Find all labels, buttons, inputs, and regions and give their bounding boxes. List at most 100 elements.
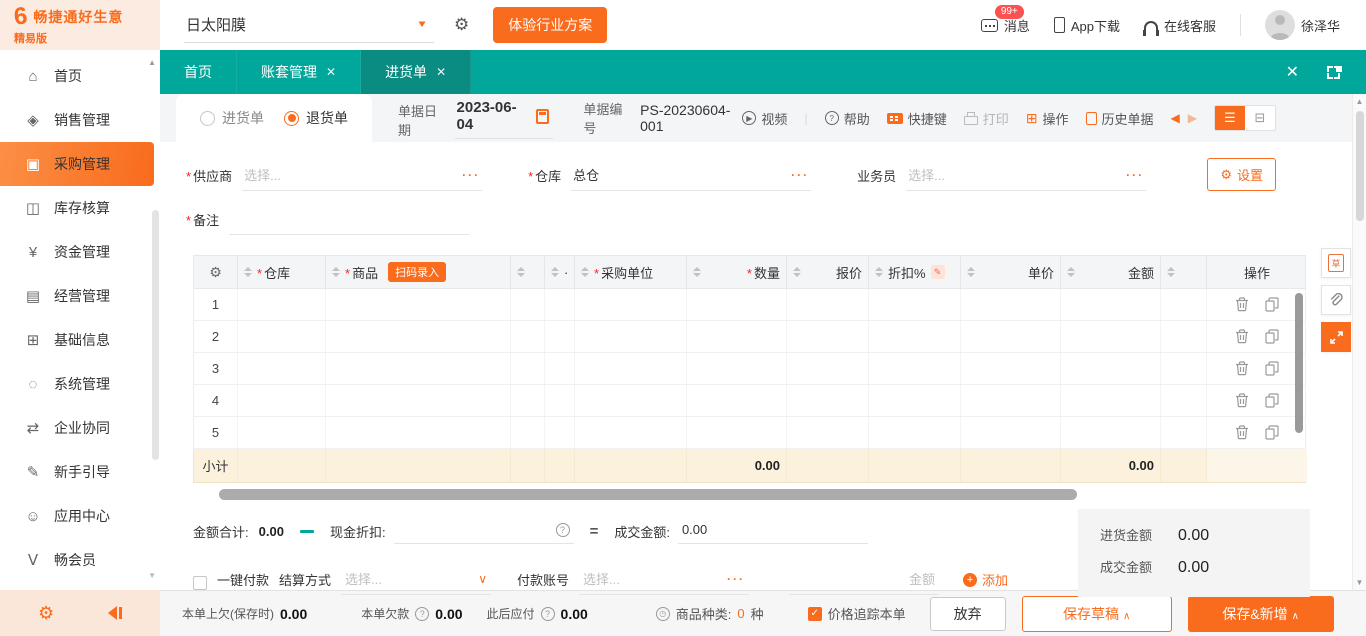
sidebar-item-guide[interactable]: ✎ 新手引导: [0, 450, 160, 494]
cell-3[interactable]: [511, 385, 545, 416]
scan-entry-button[interactable]: 扫码录入: [388, 262, 447, 282]
cell-采购单位[interactable]: [575, 353, 687, 384]
sidebar-item-base-info[interactable]: ⊞ 基础信息: [0, 318, 160, 362]
expand-button[interactable]: [1321, 322, 1351, 352]
cell-仓库[interactable]: [238, 353, 326, 384]
cell-商品[interactable]: [326, 321, 511, 352]
fullscreen-icon[interactable]: [1327, 65, 1340, 79]
sidebar-item-purchase[interactable]: ▣ 采购管理: [0, 142, 154, 186]
sidebar-item-member[interactable]: Ⅴ 畅会员: [0, 538, 160, 582]
supplier-more-icon[interactable]: ···: [462, 168, 480, 182]
sidebar-item-funds[interactable]: ¥ 资金管理: [0, 230, 160, 274]
online-service-button[interactable]: 在线客服: [1142, 16, 1216, 36]
cell-仓库[interactable]: [238, 385, 326, 416]
doc-date-field[interactable]: 2023-06-04: [454, 97, 554, 139]
cell-11[interactable]: [1161, 385, 1207, 416]
close-all-tabs-icon[interactable]: ✕: [1286, 62, 1299, 82]
row-number-cell[interactable]: 5: [194, 417, 238, 448]
shortcut-keys-button[interactable]: 快捷键: [886, 109, 947, 128]
supplier-input[interactable]: 选择... ···: [242, 161, 483, 191]
sort-icon[interactable]: [517, 267, 525, 277]
cell-3[interactable]: [511, 417, 545, 448]
cell-3[interactable]: [511, 353, 545, 384]
cell-金额[interactable]: [1061, 353, 1161, 384]
sidebar-settings-icon[interactable]: ⚙: [38, 603, 54, 624]
sidebar-scrollbar[interactable]: [152, 210, 159, 460]
cell-仓库[interactable]: [238, 321, 326, 352]
remark-input[interactable]: [229, 209, 470, 235]
sort-icon[interactable]: [793, 267, 801, 277]
history-docs-button[interactable]: 历史单据: [1085, 109, 1154, 128]
copy-row-icon[interactable]: [1265, 393, 1279, 408]
sort-icon[interactable]: [1067, 267, 1075, 277]
cell-采购单位[interactable]: [575, 289, 687, 320]
cell-采购单位[interactable]: [575, 417, 687, 448]
cell-金额[interactable]: [1061, 289, 1161, 320]
help-icon[interactable]: ?: [540, 606, 555, 621]
delete-row-icon[interactable]: [1235, 425, 1249, 440]
cell-商品[interactable]: [326, 353, 511, 384]
page-scrollbar[interactable]: ▲ ▼: [1352, 94, 1366, 590]
cell-折扣%[interactable]: [869, 385, 961, 416]
one-click-pay-checkbox[interactable]: [193, 576, 207, 590]
cell-报价[interactable]: [787, 417, 869, 448]
sort-icon[interactable]: [693, 267, 701, 277]
cell-报价[interactable]: [787, 289, 869, 320]
list-view-icon[interactable]: ☰: [1215, 106, 1245, 130]
scroll-up-icon[interactable]: ▲: [1356, 97, 1364, 106]
table-vertical-scrollbar[interactable]: [1295, 293, 1303, 433]
sort-icon[interactable]: [244, 267, 252, 277]
tab-进货单[interactable]: 进货单 ✕: [361, 50, 472, 94]
radio-return-order[interactable]: 退货单: [284, 108, 348, 128]
cell-·[interactable]: [545, 353, 575, 384]
copy-row-icon[interactable]: [1265, 361, 1279, 376]
cell-11[interactable]: [1161, 417, 1207, 448]
sidebar-item-system[interactable]: ◌ 系统管理: [0, 362, 160, 406]
cell-金额[interactable]: [1061, 417, 1161, 448]
sidebar-item-sales[interactable]: ◈ 销售管理: [0, 98, 160, 142]
sidebar-item-inventory[interactable]: ◫ 库存核算: [0, 186, 160, 230]
cell-金额[interactable]: [1061, 321, 1161, 352]
close-tab-icon[interactable]: ✕: [436, 65, 446, 79]
sort-icon[interactable]: [581, 267, 589, 277]
cell-折扣%[interactable]: [869, 353, 961, 384]
edit-discount-icon[interactable]: ✎: [930, 265, 945, 279]
sort-icon[interactable]: [551, 267, 559, 277]
sort-icon[interactable]: [332, 267, 340, 277]
cell-商品[interactable]: [326, 289, 511, 320]
cell-数量[interactable]: [687, 353, 787, 384]
pay-account-input[interactable]: 选择... ···: [579, 566, 750, 595]
user-menu[interactable]: 徐泽华: [1264, 10, 1340, 40]
radio-purchase-order[interactable]: 进货单: [200, 108, 264, 128]
cell-单价[interactable]: [961, 353, 1061, 384]
cell-商品[interactable]: [326, 417, 511, 448]
cell-·[interactable]: [545, 417, 575, 448]
cell-·[interactable]: [545, 321, 575, 352]
column-settings-icon[interactable]: ⚙: [209, 264, 222, 281]
row-number-cell[interactable]: 3: [194, 353, 238, 384]
cell-报价[interactable]: [787, 385, 869, 416]
header-settings-icon[interactable]: ⚙: [454, 15, 469, 35]
warehouse-more-icon[interactable]: ···: [791, 168, 809, 182]
help-icon[interactable]: ?: [555, 522, 570, 537]
sidebar-item-operation[interactable]: ▤ 经营管理: [0, 274, 160, 318]
tab-账套管理[interactable]: 账套管理 ✕: [237, 50, 362, 94]
cell-数量[interactable]: [687, 385, 787, 416]
cell-3[interactable]: [511, 289, 545, 320]
price-track-checkbox[interactable]: ✓: [807, 606, 822, 621]
sidebar-scroll-up-icon[interactable]: ▲: [148, 58, 156, 67]
save-draft-button[interactable]: 保存草稿 ∧: [1021, 595, 1172, 632]
delete-row-icon[interactable]: [1235, 361, 1249, 376]
cell-11[interactable]: [1161, 289, 1207, 320]
cell-报价[interactable]: [787, 353, 869, 384]
attachment-button[interactable]: [1321, 285, 1351, 315]
cell-商品[interactable]: [326, 385, 511, 416]
cell-·[interactable]: [545, 289, 575, 320]
app-download-button[interactable]: App下载: [1053, 16, 1120, 35]
sort-icon[interactable]: [875, 267, 883, 277]
pay-account-more-icon[interactable]: ···: [727, 572, 745, 586]
cell-11[interactable]: [1161, 321, 1207, 352]
column-settings-button[interactable]: ⚙ 设置: [1207, 158, 1276, 191]
cell-单价[interactable]: [961, 385, 1061, 416]
cell-折扣%[interactable]: [869, 417, 961, 448]
